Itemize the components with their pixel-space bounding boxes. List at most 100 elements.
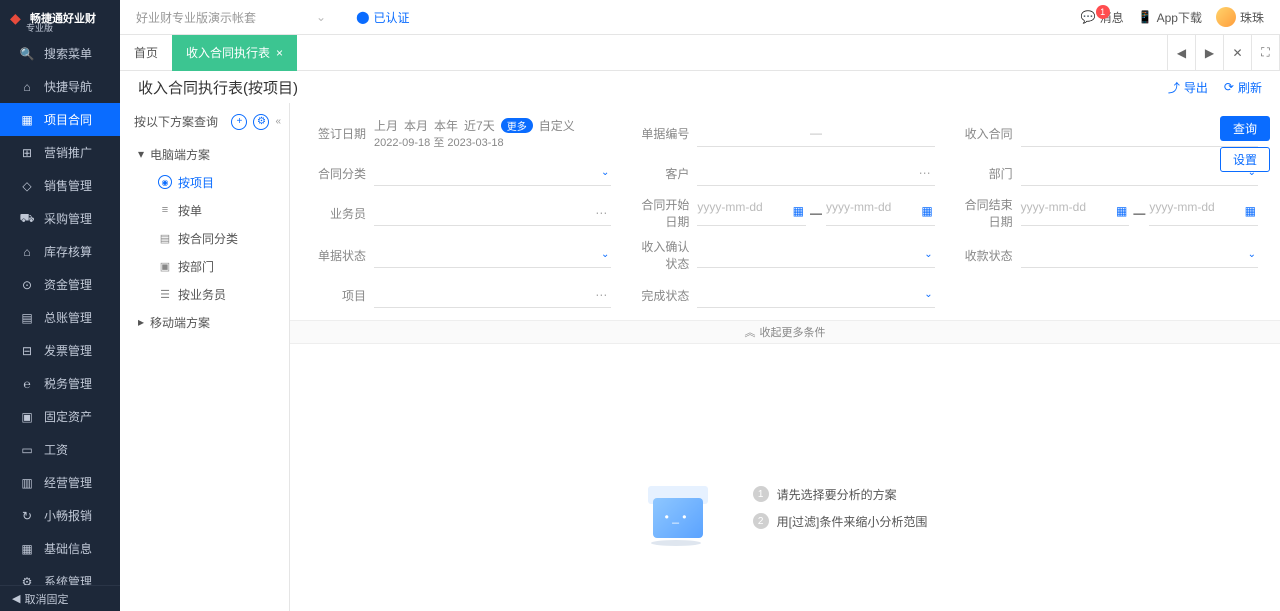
nav-label: 库存核算: [44, 243, 92, 260]
collapse-filters-button[interactable]: ︽ 收起更多条件: [290, 320, 1280, 344]
scheme-setting-button[interactable]: ⚙: [253, 114, 269, 130]
search-icon: 🔍: [20, 47, 34, 61]
project-input[interactable]: ⋯: [374, 282, 611, 308]
doc-icon: ▦: [20, 113, 34, 127]
nav-marketing[interactable]: ⊞营销推广: [0, 136, 120, 169]
empty-state: • _ • 1 请先选择要分析的方案 2 用[过滤]条件来缩小分析范围: [290, 344, 1280, 611]
nav-asset[interactable]: ▣固定资产: [0, 400, 120, 433]
field-label: 单据编号: [635, 125, 697, 142]
start-date-to[interactable]: yyyy-mm-dd▦: [826, 200, 935, 226]
tree-item-project[interactable]: ◉按项目: [120, 168, 289, 196]
preset-more[interactable]: 更多: [501, 118, 533, 133]
nav-purchase[interactable]: ⛟采购管理: [0, 202, 120, 235]
start-date-from[interactable]: yyyy-mm-dd▦: [697, 200, 806, 226]
empty-step-1: 1 请先选择要分析的方案: [753, 486, 928, 503]
target-icon: ◉: [158, 175, 172, 189]
tab-contract-report[interactable]: 收入合同执行表 ×: [172, 35, 297, 71]
messages-button[interactable]: 💬 消息 1: [1081, 9, 1124, 26]
nav-label: 税务管理: [44, 375, 92, 392]
tree-item-label: 按业务员: [178, 286, 226, 303]
chevron-down-icon: ⌄: [316, 10, 326, 24]
tree-group-pc[interactable]: ▾电脑端方案: [120, 140, 289, 168]
chevron-down-icon: ⌄: [1248, 249, 1256, 260]
setting-button[interactable]: 设置: [1220, 147, 1270, 172]
unpin-label: 取消固定: [24, 591, 68, 607]
tree-item-dept[interactable]: ▣按部门: [120, 252, 289, 280]
empty-step-2: 2 用[过滤]条件来缩小分析范围: [753, 513, 928, 530]
nav-system[interactable]: ⚙系统管理: [0, 565, 120, 585]
action-panel: 查询 设置: [1220, 116, 1270, 172]
field-doc-status: 单据状态 ⌄: [312, 238, 611, 272]
date-placeholder: yyyy-mm-dd: [826, 200, 891, 214]
end-date-from[interactable]: yyyy-mm-dd▦: [1021, 200, 1130, 226]
preset-custom[interactable]: 自定义: [539, 117, 575, 134]
query-button[interactable]: 查询: [1220, 116, 1270, 141]
nav-sales[interactable]: ◇销售管理: [0, 169, 120, 202]
nav-label: 快捷导航: [44, 78, 92, 95]
preset-this-month[interactable]: 本月: [404, 117, 428, 134]
field-project: 项目 ⋯: [312, 280, 611, 310]
fullscreen-button[interactable]: ⛶: [1252, 35, 1280, 71]
tree-group-mobile[interactable]: ▸移动端方案: [120, 308, 289, 336]
chevron-up-icon: ︽: [745, 324, 756, 340]
nav-ledger[interactable]: ▤总账管理: [0, 301, 120, 334]
user-menu[interactable]: 珠珠: [1216, 7, 1264, 27]
shield-icon: ⬤: [356, 10, 369, 24]
preset-last-month[interactable]: 上月: [374, 117, 398, 134]
field-label: 合同分类: [312, 165, 374, 182]
preset-this-year[interactable]: 本年: [434, 117, 458, 134]
end-date-to[interactable]: yyyy-mm-dd▦: [1149, 200, 1258, 226]
tab-close-all-button[interactable]: ✕: [1224, 35, 1252, 71]
range-separator: —: [810, 206, 822, 220]
org-selector[interactable]: 好业财专业版演示帐套 ⌄: [136, 9, 326, 26]
tab-prev-button[interactable]: ◀: [1168, 35, 1196, 71]
tree-item-class[interactable]: ▤按合同分类: [120, 224, 289, 252]
filter-grid: 签订日期 上月 本月 本年 近7天 更多 自定义 2022-09-18 至 20…: [290, 103, 1280, 320]
preset-last7[interactable]: 近7天: [464, 117, 495, 134]
nav-search-menu[interactable]: 🔍搜索菜单: [0, 37, 120, 70]
salesman-input[interactable]: ⋯: [374, 200, 611, 226]
step-text: 请先选择要分析的方案: [777, 486, 897, 503]
close-icon: ✕: [1232, 46, 1242, 60]
field-income-contract: 收入合同 ⋯: [959, 117, 1258, 150]
nav-expense[interactable]: ↻小畅报销: [0, 499, 120, 532]
unpin-button[interactable]: ◀取消固定: [0, 585, 120, 611]
nav-tax[interactable]: ℮税务管理: [0, 367, 120, 400]
tab-next-button[interactable]: ▶: [1196, 35, 1224, 71]
tree-item-salesman[interactable]: ☰按业务员: [120, 280, 289, 308]
nav-fund[interactable]: ⊙资金管理: [0, 268, 120, 301]
close-icon[interactable]: ×: [276, 46, 283, 60]
download-button[interactable]: 📱 App下载: [1138, 9, 1202, 26]
refresh-label: 刷新: [1238, 79, 1262, 96]
org-name: 好业财专业版演示帐套: [136, 9, 256, 26]
field-receipt-status: 收款状态 ⌄: [959, 238, 1258, 272]
field-contract-class: 合同分类 ⌄: [312, 158, 611, 188]
export-button[interactable]: ⤴导出: [1168, 79, 1208, 96]
sidebar: ◆ 畅捷通好业财 专业版 🔍搜索菜单 ⌂快捷导航 ▦项目合同 ⊞营销推广 ◇销售…: [0, 0, 120, 611]
nav-contract[interactable]: ▦项目合同: [0, 103, 120, 136]
collapse-label: 收起更多条件: [760, 324, 826, 340]
doc-status-select[interactable]: ⌄: [374, 242, 611, 268]
income-status-select[interactable]: ⌄: [697, 242, 934, 268]
tree-item-doc[interactable]: ≡按单: [120, 196, 289, 224]
box-icon: ⌂: [20, 245, 34, 259]
tab-home[interactable]: 首页: [120, 35, 172, 71]
receipt-status-select[interactable]: ⌄: [1021, 242, 1258, 268]
field-placeholder: —: [697, 126, 934, 140]
add-scheme-button[interactable]: +: [231, 114, 247, 130]
nav-stock[interactable]: ⌂ 库存核算: [0, 235, 120, 268]
doc-no-input[interactable]: —: [697, 121, 934, 147]
nav-quick[interactable]: ⌂快捷导航: [0, 70, 120, 103]
field-sign-date: 签订日期 上月 本月 本年 近7天 更多 自定义 2022-09-18 至 20…: [312, 117, 611, 150]
collapse-panel-button[interactable]: «: [275, 116, 281, 127]
nav-label: 基础信息: [44, 540, 92, 557]
customer-input[interactable]: ⋯: [697, 160, 934, 186]
ledger-icon: ▤: [20, 311, 34, 325]
nav-base[interactable]: ▦基础信息: [0, 532, 120, 565]
nav-wage[interactable]: ▭工资: [0, 433, 120, 466]
nav-biz[interactable]: ▥经营管理: [0, 466, 120, 499]
refresh-button[interactable]: ⟳刷新: [1224, 79, 1262, 96]
complete-status-select[interactable]: ⌄: [697, 282, 934, 308]
contract-class-select[interactable]: ⌄: [374, 160, 611, 186]
nav-invoice[interactable]: ⊟发票管理: [0, 334, 120, 367]
